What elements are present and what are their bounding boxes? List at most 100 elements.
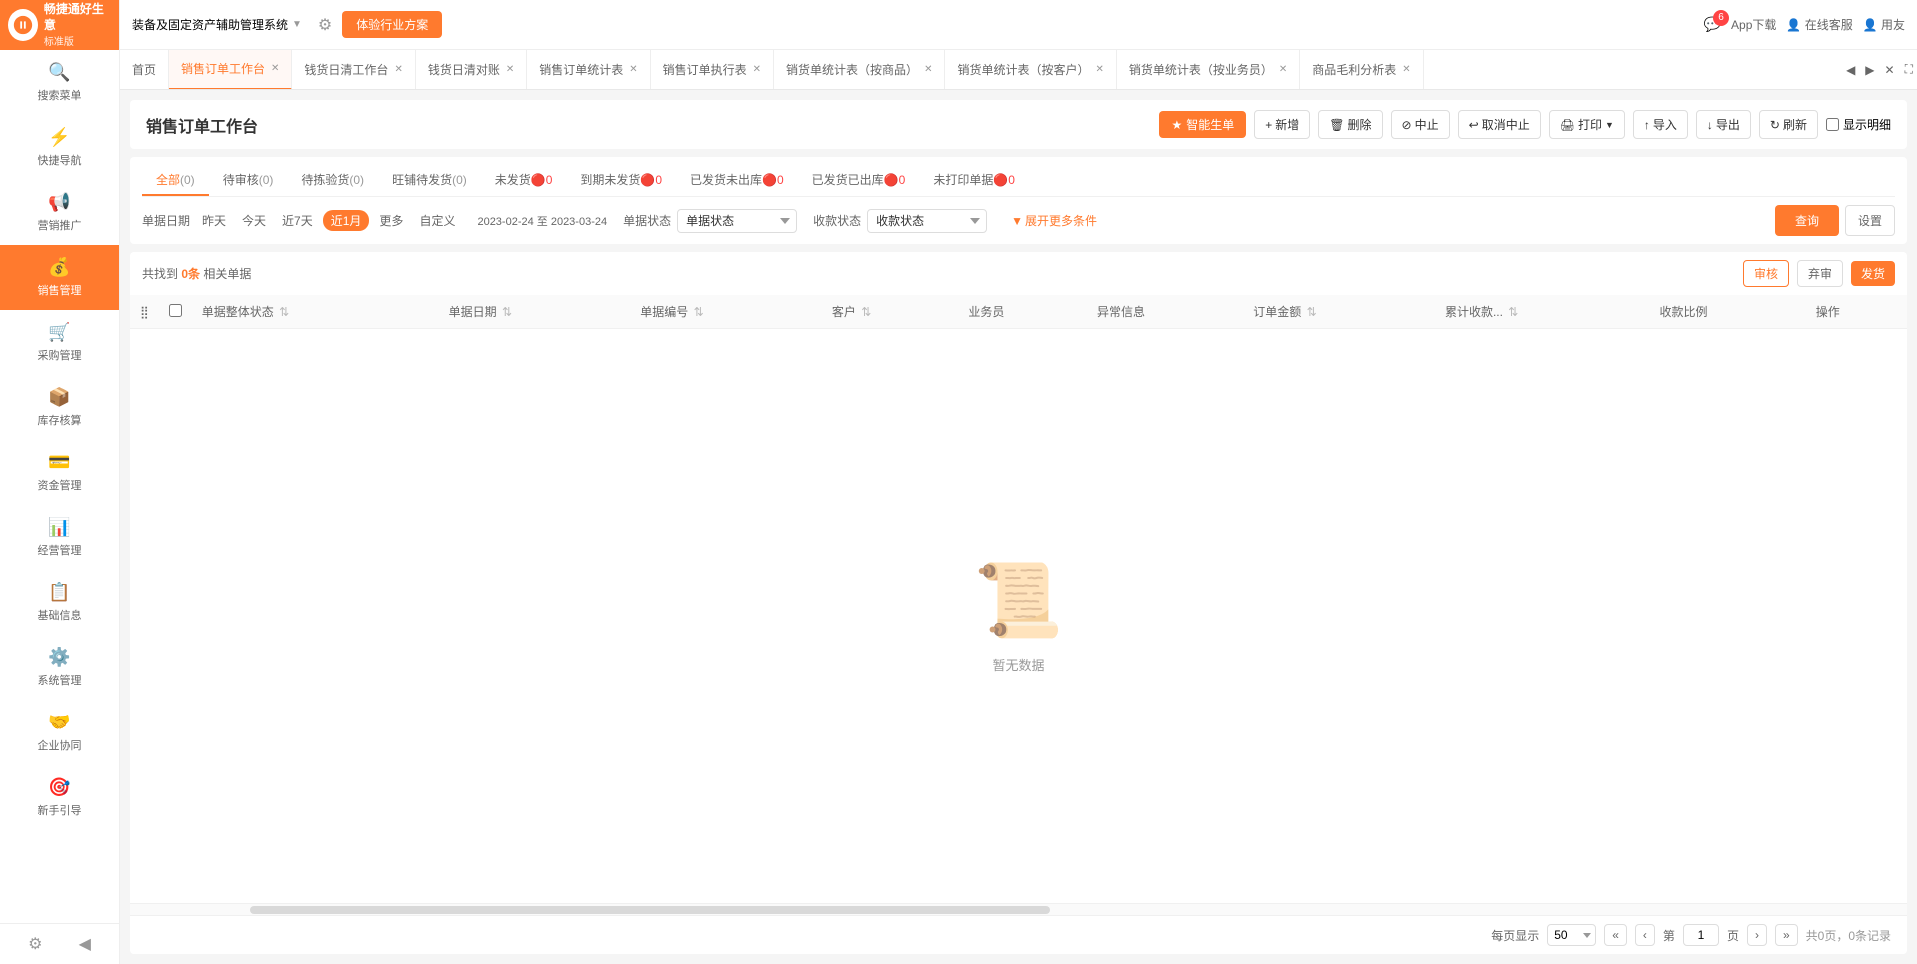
record-count: 共找到 0条 相关单据 <box>142 265 251 282</box>
tab-daily-account-close[interactable]: ✕ <box>506 64 514 75</box>
filter-tab-unshipped[interactable]: 未发货🔴0 <box>481 165 567 196</box>
filter-tab-pending[interactable]: 待审核(0) <box>209 165 288 196</box>
tab-sales-goods-close[interactable]: ✕ <box>924 64 932 75</box>
show-detail-label[interactable]: 显示明细 <box>1826 116 1891 133</box>
delete-btn[interactable]: 🗑 删除 <box>1318 110 1382 139</box>
query-btn[interactable]: 查询 <box>1775 205 1839 236</box>
show-detail-checkbox[interactable] <box>1826 118 1839 131</box>
tab-sales-exec[interactable]: 销售订单执行表 ✕ <box>651 50 774 90</box>
settings-btn[interactable]: ⚙ <box>28 934 42 954</box>
settings-filter-btn[interactable]: 设置 <box>1845 205 1895 236</box>
status-select[interactable]: 单据状态 <box>677 209 797 233</box>
date-7days[interactable]: 近7天 <box>276 210 319 231</box>
topbar-settings-icon[interactable]: ⚙ <box>318 15 332 35</box>
col-date-sort[interactable]: ⇅ <box>502 305 512 319</box>
tabs-close-all[interactable]: ✕ <box>1881 63 1899 77</box>
tabs-next[interactable]: ▶ <box>1861 63 1878 77</box>
page-input[interactable] <box>1683 924 1719 946</box>
status-filter: 单据状态 单据状态 <box>623 209 797 233</box>
sidebar-item-inventory[interactable]: 📦 库存核算 <box>0 375 119 440</box>
col-drag: ⣿ <box>130 295 159 329</box>
tab-sales-staff[interactable]: 销货单统计表（按业务员） ✕ <box>1117 50 1300 90</box>
message-btn[interactable]: 💬 6 <box>1704 16 1721 33</box>
tab-sales-order[interactable]: 销售订单工作台 ✕ <box>169 50 292 90</box>
date-custom[interactable]: 自定义 <box>413 210 461 231</box>
date-today[interactable]: 今天 <box>236 210 272 231</box>
online-service-btn[interactable]: 👤 在线客服 <box>1786 16 1852 33</box>
filter-tab-shipped-stocked[interactable]: 已发货已出库🔴0 <box>798 165 920 196</box>
sidebar-item-basic[interactable]: 📋 基础信息 <box>0 570 119 635</box>
filter-tab-shipped-nostock[interactable]: 已发货未出库🔴0 <box>676 165 798 196</box>
user-menu-btn[interactable]: 👤 用友 <box>1863 16 1905 33</box>
sidebar-item-system[interactable]: ⚙️ 系统管理 <box>0 635 119 700</box>
tabs-fullscreen[interactable]: ⛶ <box>1901 62 1917 77</box>
sidebar-item-search[interactable]: 🔍 搜索菜单 <box>0 50 119 115</box>
page-next-btn[interactable]: › <box>1747 924 1767 946</box>
filter-tab-all[interactable]: 全部(0) <box>142 165 209 196</box>
sidebar-item-finance[interactable]: 💳 资金管理 <box>0 440 119 505</box>
date-yesterday[interactable]: 昨天 <box>196 210 232 231</box>
page-prev-btn[interactable]: ‹ <box>1635 924 1655 946</box>
refresh-btn[interactable]: ↻ 刷新 <box>1759 110 1818 139</box>
date-1month[interactable]: 近1月 <box>323 210 370 231</box>
tab-daily-clear[interactable]: 钱货日清工作台 ✕ <box>292 50 415 90</box>
tab-daily-clear-close[interactable]: ✕ <box>394 64 402 75</box>
cancel-stop-btn[interactable]: ↩ 取消中止 <box>1458 110 1541 139</box>
audit-btn[interactable]: 审核 <box>1743 260 1789 287</box>
payment-select[interactable]: 收款状态 <box>867 209 987 233</box>
smart-generate-btn[interactable]: ★ 智能生单 <box>1159 111 1246 138</box>
tab-sales-staff-close[interactable]: ✕ <box>1279 64 1287 75</box>
col-collected-sort[interactable]: ⇅ <box>1508 305 1518 319</box>
sidebar-item-purchase[interactable]: 🛒 采购管理 <box>0 310 119 375</box>
horizontal-scrollbar[interactable] <box>130 903 1907 915</box>
tab-sales-stat[interactable]: 销售订单统计表 ✕ <box>527 50 650 90</box>
page-of-label: 页 <box>1727 927 1739 944</box>
filter-tab-wangpu[interactable]: 旺铺待发货(0) <box>378 165 481 196</box>
col-checkbox[interactable] <box>159 295 192 329</box>
sidebar-item-business[interactable]: 📊 经营管理 <box>0 505 119 570</box>
app-download-btn[interactable]: App下载 <box>1731 16 1776 33</box>
col-status-sort[interactable]: ⇅ <box>279 305 289 319</box>
collapse-btn[interactable]: ◀ <box>79 934 91 954</box>
sidebar-item-collab[interactable]: 🤝 企业协同 <box>0 700 119 765</box>
expand-filter-btn[interactable]: ▼ 展开更多条件 <box>1003 208 1105 233</box>
tab-home[interactable]: 首页 <box>120 50 169 90</box>
system-title-select[interactable]: 装备及固定资产辅助管理系统 ▼ <box>132 16 302 33</box>
export-btn[interactable]: ↓ 导出 <box>1696 110 1751 139</box>
add-btn[interactable]: + 新增 <box>1254 110 1310 139</box>
date-more[interactable]: 更多 <box>373 210 409 231</box>
system-title-chevron: ▼ <box>292 19 302 30</box>
scroll-thumb[interactable] <box>250 906 1050 914</box>
ship-btn[interactable]: 发货 <box>1851 261 1895 286</box>
tab-sales-customer[interactable]: 销货单统计表（按客户） ✕ <box>945 50 1116 90</box>
tab-sales-exec-close[interactable]: ✕ <box>753 64 761 75</box>
page-first-btn[interactable]: « <box>1604 924 1627 946</box>
col-customer-sort[interactable]: ⇅ <box>861 305 871 319</box>
industry-btn[interactable]: 体验行业方案 <box>342 11 442 38</box>
sidebar-item-guide[interactable]: 🎯 新手引导 <box>0 765 119 830</box>
page-size-select[interactable]: 50 10 20 100 <box>1547 924 1596 946</box>
col-number-sort[interactable]: ⇅ <box>694 305 704 319</box>
tab-sales-goods[interactable]: 销货单统计表（按商品） ✕ <box>774 50 945 90</box>
sidebar-item-sales[interactable]: 💰 销售管理 <box>0 245 119 310</box>
print-btn[interactable]: 🖨 打印 ▼ <box>1549 110 1625 139</box>
filter-tab-unprinted[interactable]: 未打印单据🔴0 <box>919 165 1029 196</box>
tab-sales-order-close[interactable]: ✕ <box>271 63 279 74</box>
cancel-audit-btn[interactable]: 弃审 <box>1797 260 1843 287</box>
sidebar-item-nav[interactable]: ⚡ 快捷导航 <box>0 115 119 180</box>
select-all-checkbox[interactable] <box>169 304 182 317</box>
tab-daily-account[interactable]: 钱货日清对账 ✕ <box>416 50 527 90</box>
filter-tab-overdue[interactable]: 到期未发货🔴0 <box>566 165 676 196</box>
tab-margin[interactable]: 商品毛利分析表 ✕ <box>1300 50 1423 90</box>
page-last-btn[interactable]: » <box>1775 924 1798 946</box>
tab-margin-close[interactable]: ✕ <box>1402 64 1410 75</box>
tab-sales-customer-close[interactable]: ✕ <box>1095 64 1103 75</box>
col-amount-sort[interactable]: ⇅ <box>1307 305 1317 319</box>
tabs-prev[interactable]: ◀ <box>1842 63 1859 77</box>
stop-btn[interactable]: ⊘ 中止 <box>1391 110 1450 139</box>
date-range-item: 2023-02-24 至 2023-03-24 <box>477 213 607 229</box>
tab-sales-stat-close[interactable]: ✕ <box>629 64 637 75</box>
sidebar-item-marketing[interactable]: 📢 营销推广 <box>0 180 119 245</box>
import-btn[interactable]: ↑ 导入 <box>1633 110 1688 139</box>
filter-tab-inspect[interactable]: 待拣验货(0) <box>287 165 378 196</box>
